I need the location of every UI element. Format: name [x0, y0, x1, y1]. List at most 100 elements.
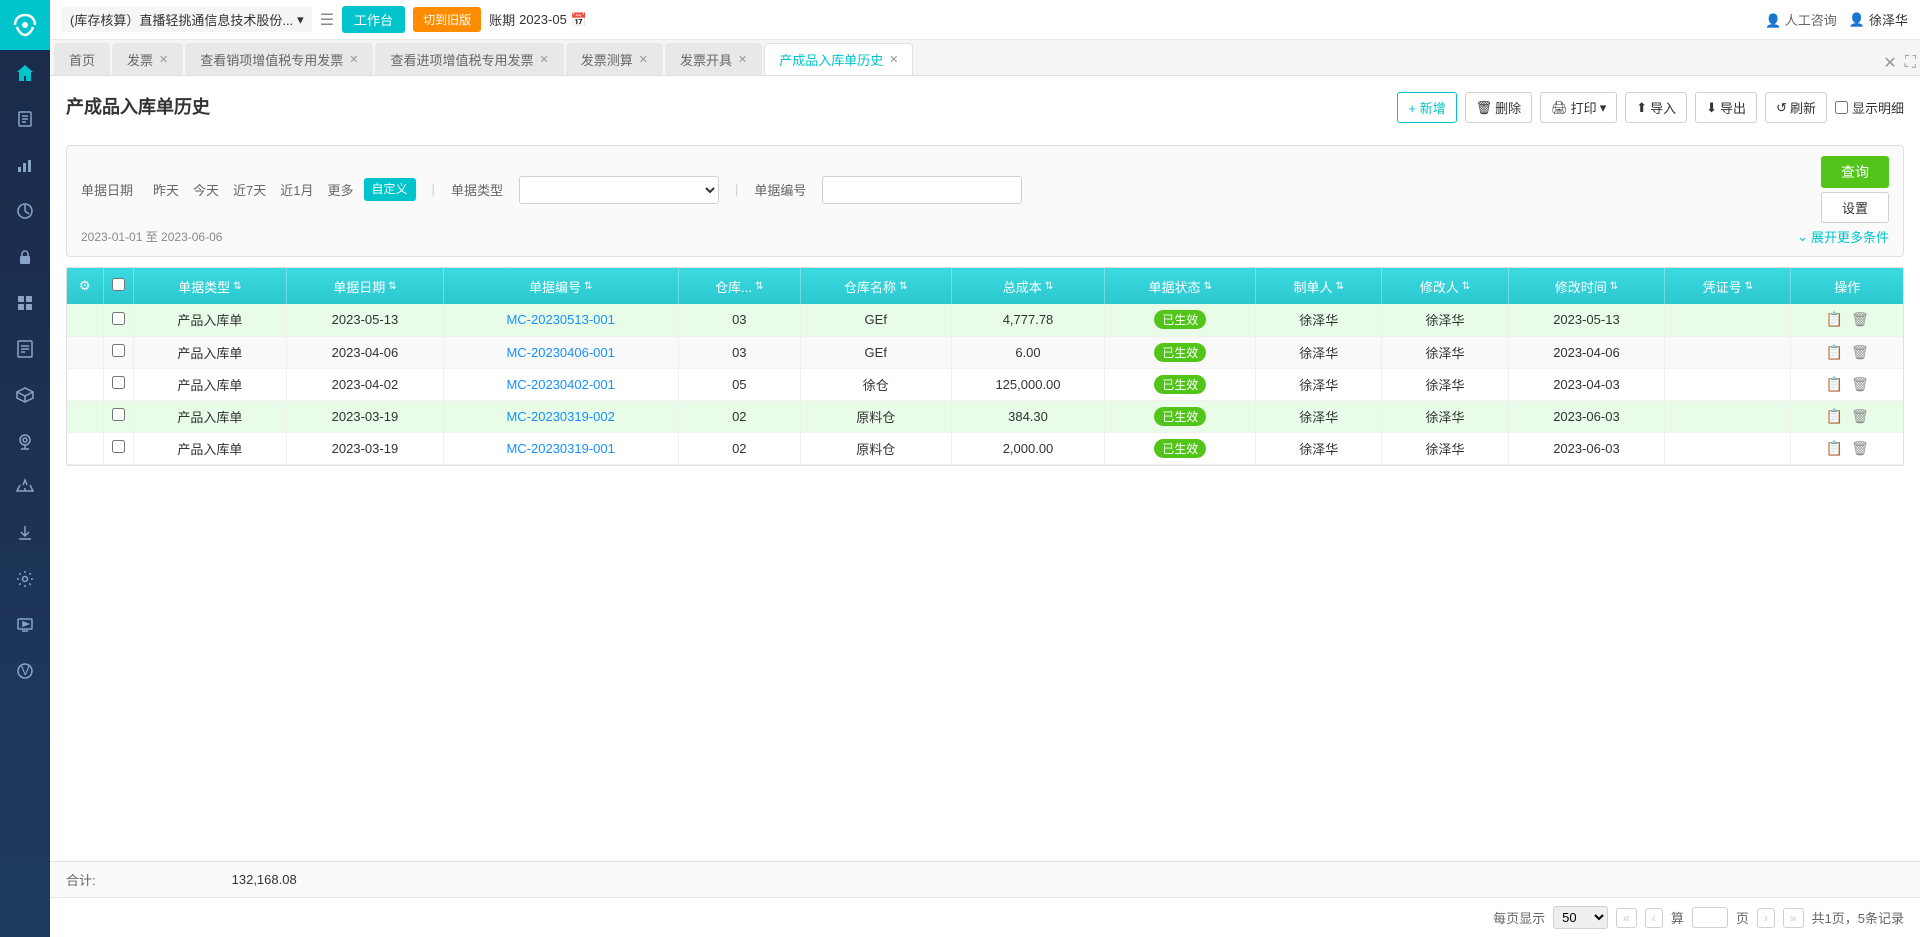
user-menu[interactable]: 👤 徐泽华: [1849, 10, 1908, 29]
page-number-input[interactable]: 1: [1692, 907, 1728, 928]
tab-invoice-open[interactable]: 发票开具 ✕: [665, 43, 762, 75]
filter-yesterday[interactable]: 昨天: [149, 178, 183, 201]
row-number[interactable]: MC-20230406-001: [443, 336, 678, 368]
workbench-button[interactable]: 工作台: [342, 6, 405, 33]
sidebar-item-recycle[interactable]: [0, 464, 50, 510]
export-button[interactable]: ⬇ 导出: [1695, 92, 1757, 123]
display-toggle-checkbox[interactable]: [1835, 101, 1848, 114]
col-modifier[interactable]: 修改人⇅: [1382, 268, 1508, 304]
row-edit-icon[interactable]: 📋: [1826, 440, 1843, 457]
row-number-link[interactable]: MC-20230513-001: [506, 312, 614, 327]
row-checkbox[interactable]: [112, 440, 125, 453]
import-button[interactable]: ⬆ 导入: [1625, 92, 1687, 123]
row-delete-icon[interactable]: 🗑: [1851, 408, 1869, 425]
row-delete-icon[interactable]: 🗑: [1851, 311, 1869, 328]
filter-last7days[interactable]: 近7天: [229, 178, 270, 201]
col-voucher[interactable]: 凭证号⇅: [1665, 268, 1791, 304]
tab-product-in[interactable]: 产成品入库单历史 ✕: [764, 43, 913, 75]
company-selector[interactable]: (库存核算）直播轻挑通信息技术股份... ▾: [62, 7, 312, 32]
row-number[interactable]: MC-20230319-001: [443, 432, 678, 464]
select-all-checkbox[interactable]: [112, 278, 125, 291]
tab-invoice-calc[interactable]: 发票测算 ✕: [566, 43, 663, 75]
row-number-link[interactable]: MC-20230319-001: [506, 441, 614, 456]
tab-invoice[interactable]: 发票 ✕: [112, 43, 183, 75]
tab-sales-vat[interactable]: 查看销项增值税专用发票 ✕: [185, 43, 373, 75]
filter-last1month[interactable]: 近1月: [276, 178, 317, 201]
row-number[interactable]: MC-20230319-002: [443, 400, 678, 432]
sidebar-item-grid[interactable]: [0, 280, 50, 326]
sidebar-item-bill[interactable]: [0, 326, 50, 372]
filter-type-select[interactable]: [519, 176, 719, 204]
row-checkbox[interactable]: [112, 408, 125, 421]
tab-purchase-vat[interactable]: 查看进项增值税专用发票 ✕: [375, 43, 563, 75]
row-number[interactable]: MC-20230402-001: [443, 368, 678, 400]
tab-sales-vat-close[interactable]: ✕: [349, 53, 358, 66]
col-checkbox[interactable]: [103, 268, 133, 304]
sidebar-item-version[interactable]: V: [0, 648, 50, 694]
col-settings[interactable]: ⚙: [67, 268, 103, 304]
filter-today[interactable]: 今天: [189, 178, 223, 201]
tab-expand-icon[interactable]: ⛶: [1905, 54, 1916, 72]
row-number[interactable]: MC-20230513-001: [443, 304, 678, 336]
set-button[interactable]: 设置: [1821, 192, 1889, 223]
col-warehouse-code[interactable]: 仓库...⇅: [678, 268, 800, 304]
sidebar-item-analytics[interactable]: [0, 188, 50, 234]
row-edit-icon[interactable]: 📋: [1826, 376, 1843, 393]
user-service[interactable]: 👤 人工咨询: [1765, 10, 1837, 29]
first-page-button[interactable]: «: [1616, 908, 1637, 928]
filter-number-input[interactable]: [822, 176, 1022, 204]
sidebar-item-lock[interactable]: [0, 234, 50, 280]
sidebar-item-settings[interactable]: [0, 556, 50, 602]
last-page-button[interactable]: »: [1783, 908, 1804, 928]
row-checkbox-cell[interactable]: [103, 400, 133, 432]
row-checkbox-cell[interactable]: [103, 432, 133, 464]
col-date[interactable]: 单据日期⇅: [287, 268, 443, 304]
tab-product-in-close[interactable]: ✕: [889, 53, 898, 66]
sidebar-item-home[interactable]: [0, 50, 50, 96]
tab-invoice-calc-close[interactable]: ✕: [639, 53, 648, 66]
sidebar-item-inventory[interactable]: [0, 372, 50, 418]
sidebar-item-stamp[interactable]: [0, 418, 50, 464]
row-checkbox-cell[interactable]: [103, 304, 133, 336]
row-checkbox-cell[interactable]: [103, 368, 133, 400]
row-number-link[interactable]: MC-20230402-001: [506, 377, 614, 392]
switch-period-button[interactable]: 切到旧版: [413, 7, 481, 32]
sidebar-item-voucher[interactable]: [0, 96, 50, 142]
expand-button[interactable]: ⌄ 展开更多条件: [1797, 227, 1889, 246]
print-button[interactable]: 🖨 打印 ▾: [1540, 92, 1617, 123]
col-creator[interactable]: 制单人⇅: [1256, 268, 1382, 304]
filter-custom[interactable]: 自定义: [364, 178, 416, 201]
filter-more[interactable]: 更多: [324, 178, 358, 201]
tab-invoice-open-close[interactable]: ✕: [738, 53, 747, 66]
row-edit-icon[interactable]: 📋: [1826, 408, 1843, 425]
tab-invoice-close[interactable]: ✕: [159, 53, 168, 66]
row-checkbox[interactable]: [112, 376, 125, 389]
tab-close-all-icon[interactable]: ✕: [1883, 53, 1896, 73]
per-page-select[interactable]: 50 100 200: [1553, 906, 1608, 929]
tab-purchase-vat-close[interactable]: ✕: [540, 53, 549, 66]
row-number-link[interactable]: MC-20230406-001: [506, 345, 614, 360]
next-page-button[interactable]: ›: [1757, 908, 1775, 928]
col-total-cost[interactable]: 总成本⇅: [951, 268, 1105, 304]
sidebar-item-download[interactable]: [0, 510, 50, 556]
sidebar-item-chart[interactable]: [0, 142, 50, 188]
row-number-link[interactable]: MC-20230319-002: [506, 409, 614, 424]
col-modify-time[interactable]: 修改时间⇅: [1508, 268, 1664, 304]
row-delete-icon[interactable]: 🗑: [1851, 376, 1869, 393]
tab-home[interactable]: 首页: [54, 43, 110, 75]
col-type[interactable]: 单据类型⇅: [133, 268, 287, 304]
col-status[interactable]: 单据状态⇅: [1105, 268, 1256, 304]
row-checkbox-cell[interactable]: [103, 336, 133, 368]
row-checkbox[interactable]: [112, 312, 125, 325]
new-button[interactable]: + 新增: [1397, 92, 1456, 123]
row-delete-icon[interactable]: 🗑: [1851, 344, 1869, 361]
sidebar-item-play[interactable]: [0, 602, 50, 648]
query-button[interactable]: 查询: [1821, 156, 1889, 188]
col-warehouse-name[interactable]: 仓库名称⇅: [800, 268, 951, 304]
row-edit-icon[interactable]: 📋: [1826, 311, 1843, 328]
refresh-button[interactable]: ↺ 刷新: [1765, 92, 1827, 123]
prev-page-button[interactable]: ‹: [1645, 908, 1663, 928]
col-number[interactable]: 单据编号⇅: [443, 268, 678, 304]
delete-button[interactable]: 🗑 删除: [1465, 92, 1533, 123]
display-toggle[interactable]: 显示明细: [1835, 98, 1904, 117]
